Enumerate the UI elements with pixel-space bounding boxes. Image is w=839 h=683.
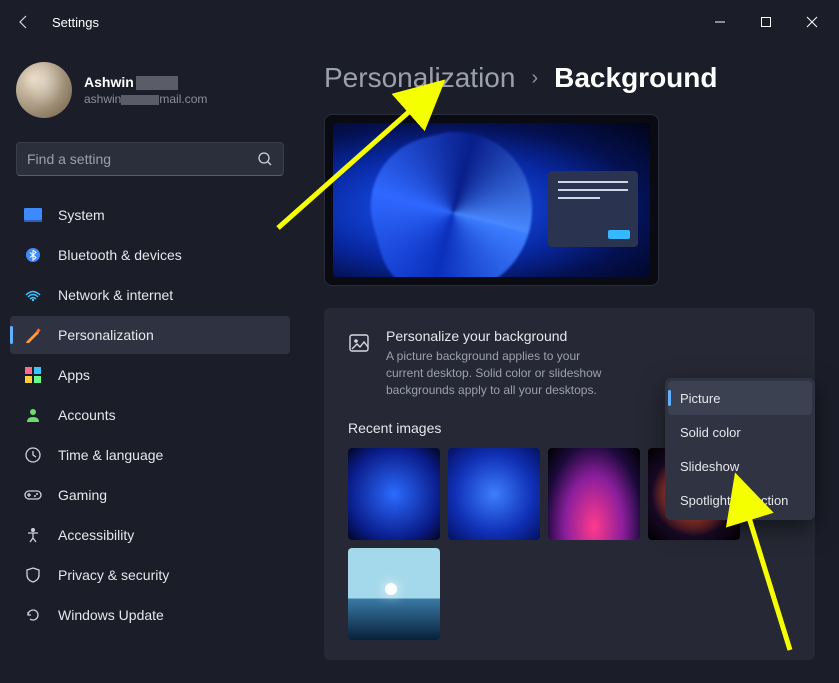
close-icon — [806, 16, 818, 28]
user-name: Ashwin — [84, 74, 207, 90]
dropdown-item-solid-color[interactable]: Solid color — [668, 415, 812, 449]
nav-label: Privacy & security — [58, 567, 169, 583]
gaming-icon — [24, 486, 42, 504]
background-type-dropdown: Picture Solid color Slideshow Spotlight … — [665, 378, 815, 520]
recent-image-thumb[interactable] — [448, 448, 540, 540]
privacy-icon — [24, 566, 42, 584]
network-icon — [24, 286, 42, 304]
back-button[interactable] — [4, 2, 44, 42]
apps-icon — [24, 366, 42, 384]
maximize-icon — [760, 16, 772, 28]
nav-label: Time & language — [58, 447, 163, 463]
nav-label: Windows Update — [58, 607, 164, 623]
nav-label: Accounts — [58, 407, 116, 423]
search-box[interactable] — [16, 142, 284, 176]
window-title: Settings — [52, 15, 99, 30]
main-pane: Personalization › Background Personalize… — [300, 44, 839, 683]
close-button[interactable] — [789, 2, 835, 42]
nav-label: Personalization — [58, 327, 154, 343]
minimize-icon — [714, 16, 726, 28]
time-icon — [24, 446, 42, 464]
nav-system[interactable]: System — [10, 196, 290, 234]
accounts-icon — [24, 406, 42, 424]
avatar — [16, 62, 72, 118]
dropdown-item-slideshow[interactable]: Slideshow — [668, 449, 812, 483]
nav-personalization[interactable]: Personalization — [10, 316, 290, 354]
option-title: Personalize your background — [386, 328, 791, 344]
titlebar: Settings — [0, 0, 839, 44]
user-profile[interactable]: Ashwin ashwinmail.com — [16, 62, 284, 118]
search-icon — [257, 151, 273, 167]
nav-update[interactable]: Windows Update — [10, 596, 290, 634]
accessibility-icon — [24, 526, 42, 544]
recent-image-thumb[interactable] — [348, 448, 440, 540]
update-icon — [24, 606, 42, 624]
maximize-button[interactable] — [743, 2, 789, 42]
window-controls — [697, 2, 835, 42]
nav-accessibility[interactable]: Accessibility — [10, 516, 290, 554]
breadcrumb-parent[interactable]: Personalization — [324, 62, 515, 94]
option-desc: A picture background applies to your cur… — [386, 348, 606, 398]
background-preview — [324, 114, 659, 286]
dropdown-item-picture[interactable]: Picture — [668, 381, 812, 415]
user-email: ashwinmail.com — [84, 92, 207, 106]
nav-apps[interactable]: Apps — [10, 356, 290, 394]
nav-label: System — [58, 207, 105, 223]
recent-image-thumb[interactable] — [548, 448, 640, 540]
nav-label: Network & internet — [58, 287, 173, 303]
minimize-button[interactable] — [697, 2, 743, 42]
back-arrow-icon — [16, 14, 32, 30]
recent-image-thumb[interactable] — [348, 548, 440, 640]
nav-label: Gaming — [58, 487, 107, 503]
personalization-icon — [24, 326, 42, 344]
nav-accounts[interactable]: Accounts — [10, 396, 290, 434]
chevron-right-icon: › — [531, 67, 538, 90]
nav-time[interactable]: Time & language — [10, 436, 290, 474]
nav-label: Apps — [58, 367, 90, 383]
picture-icon — [348, 332, 370, 354]
nav-network[interactable]: Network & internet — [10, 276, 290, 314]
nav-list: System Bluetooth & devices Network & int… — [10, 196, 290, 634]
breadcrumb: Personalization › Background — [324, 62, 815, 94]
nav-label: Accessibility — [58, 527, 134, 543]
search-input[interactable] — [27, 151, 257, 167]
sidebar: Ashwin ashwinmail.com System Bluetooth &… — [0, 44, 300, 683]
system-icon — [24, 206, 42, 224]
bluetooth-icon — [24, 246, 42, 264]
nav-label: Bluetooth & devices — [58, 247, 182, 263]
nav-bluetooth[interactable]: Bluetooth & devices — [10, 236, 290, 274]
nav-gaming[interactable]: Gaming — [10, 476, 290, 514]
nav-privacy[interactable]: Privacy & security — [10, 556, 290, 594]
dropdown-item-spotlight[interactable]: Spotlight collection — [668, 483, 812, 517]
breadcrumb-current: Background — [554, 62, 717, 94]
